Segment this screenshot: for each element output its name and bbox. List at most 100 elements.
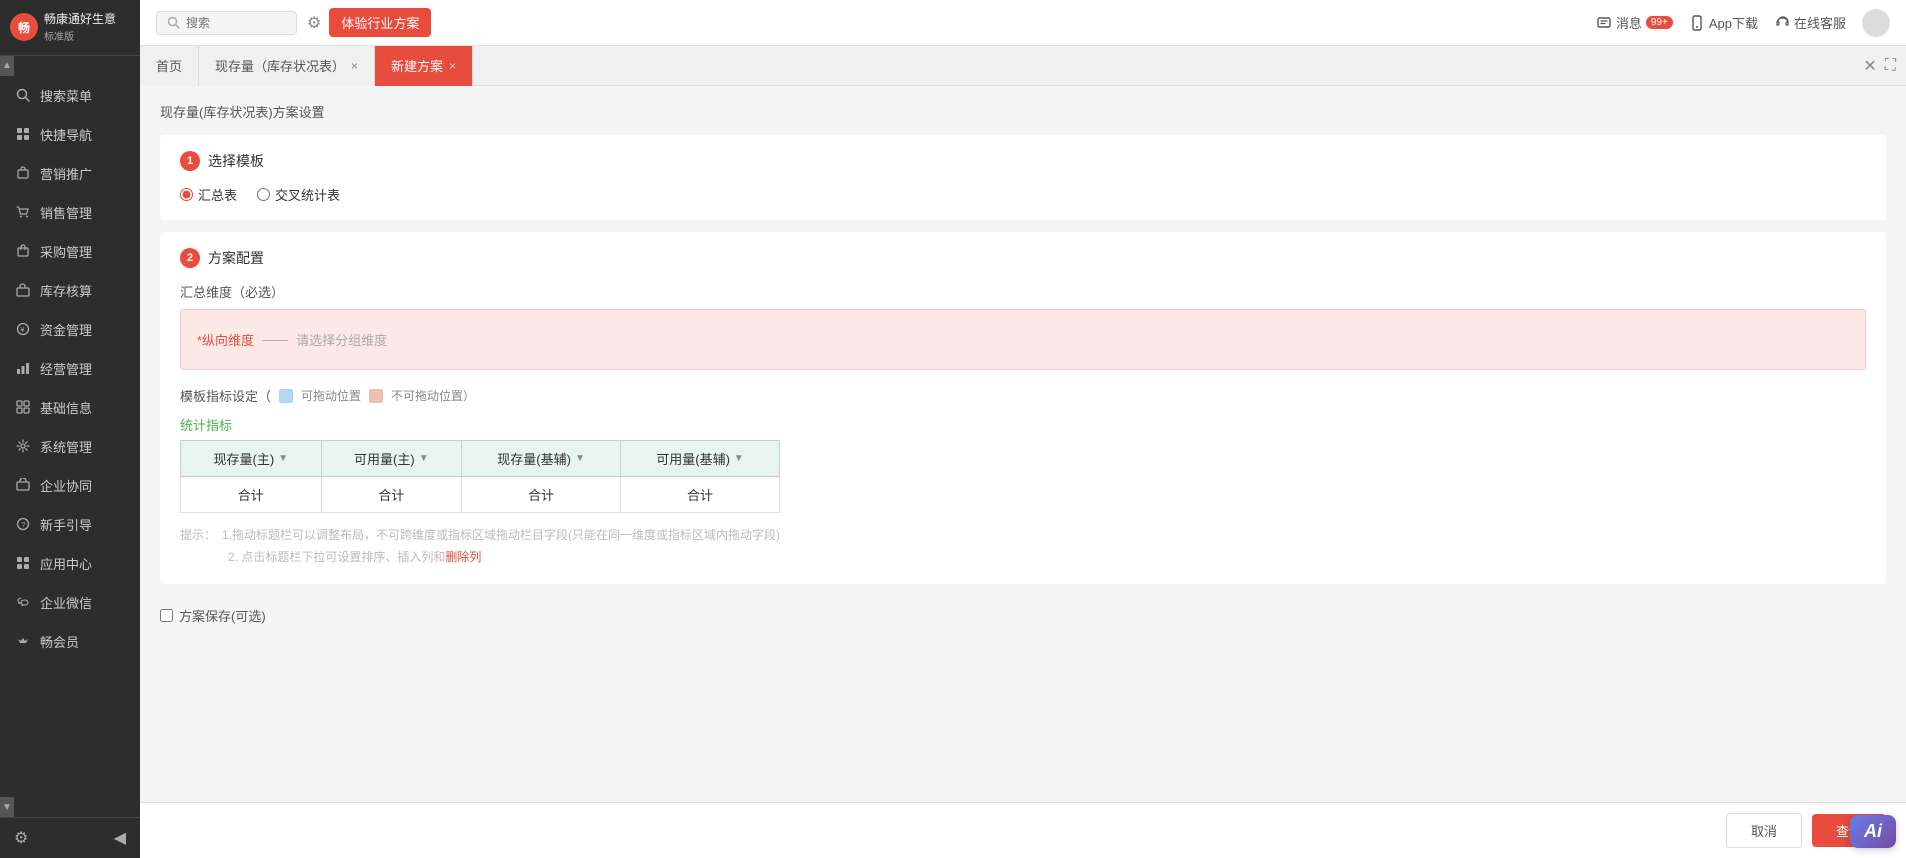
settings-icon[interactable]: ⚙ <box>307 13 321 33</box>
sidebar-item-base-info[interactable]: 基础信息 <box>0 388 140 427</box>
sidebar-item-sales[interactable]: 销售管理 <box>0 193 140 232</box>
col-dropdown-0[interactable]: 现存量(主) ▼ <box>213 449 288 468</box>
radio-cross[interactable]: 交叉统计表 <box>257 185 340 204</box>
sidebar-item-finance[interactable]: ¥ 资金管理 <box>0 310 140 349</box>
col-label-2: 现存量(基辅) <box>497 449 571 468</box>
sidebar-scroll-down[interactable]: ▼ <box>0 797 14 817</box>
quick-nav-icon <box>14 125 32 143</box>
app-edition: 标准版 <box>44 28 116 43</box>
dimension-label: 汇总维度（必选） <box>180 282 1866 301</box>
search-icon <box>167 16 180 29</box>
col-arrow-2: ▼ <box>575 453 585 464</box>
sidebar-item-quick-nav[interactable]: 快捷导航 <box>0 115 140 154</box>
save-label: 方案保存(可选) <box>179 606 266 625</box>
cancel-button[interactable]: 取消 <box>1726 813 1802 848</box>
sidebar-item-app-center[interactable]: 应用中心 <box>0 544 140 583</box>
col-header-0[interactable]: 现存量(主) ▼ <box>181 441 322 477</box>
radio-cross-input[interactable] <box>257 188 270 201</box>
tab-inventory-close[interactable]: × <box>351 59 358 73</box>
col-arrow-1: ▼ <box>419 453 429 464</box>
col-header-1[interactable]: 可用量(主) ▼ <box>321 441 462 477</box>
sidebar-logo: 畅 畅康通好生意 标准版 <box>0 0 140 56</box>
tab-new-plan-label: 新建方案 <box>391 56 443 75</box>
tab-new-plan[interactable]: 新建方案 × <box>375 46 473 86</box>
sidebar-item-operations[interactable]: 经营管理 <box>0 349 140 388</box>
close-window-btn[interactable]: ✕ <box>1863 56 1876 76</box>
sidebar-item-marketing[interactable]: 营销推广 <box>0 154 140 193</box>
radio-summary[interactable]: 汇总表 <box>180 185 237 204</box>
sidebar-item-label: 资金管理 <box>40 320 92 339</box>
template-radio-group: 汇总表 交叉统计表 <box>180 185 1866 204</box>
app-download-label: App下载 <box>1709 13 1758 32</box>
col-header-2[interactable]: 现存量(基辅) ▼ <box>462 441 621 477</box>
col-dropdown-3[interactable]: 可用量(基辅) ▼ <box>656 449 744 468</box>
sidebar-item-enterprise-wechat[interactable]: 企业微信 <box>0 583 140 622</box>
svg-text:¥: ¥ <box>21 327 25 334</box>
col-header-3[interactable]: 可用量(基辅) ▼ <box>621 441 780 477</box>
search-menu-icon <box>14 86 32 104</box>
col-arrow-0: ▼ <box>278 453 288 464</box>
operations-icon <box>14 359 32 377</box>
industry-plan-button[interactable]: 体验行业方案 <box>329 8 431 37</box>
dim-placeholder[interactable]: 请选择分组维度 <box>296 330 387 349</box>
sidebar-item-label: 营销推广 <box>40 164 92 183</box>
col-dropdown-2[interactable]: 现存量(基辅) ▼ <box>497 449 585 468</box>
sidebar-item-label: 库存核算 <box>40 281 92 300</box>
user-avatar[interactable] <box>1862 9 1890 37</box>
headset-icon <box>1774 15 1790 31</box>
draggable-badge <box>279 389 293 403</box>
save-row: 方案保存(可选) <box>160 596 1886 635</box>
sidebar-menu: 搜索菜单 快捷导航 营销推广 销售管理 采购管理 <box>0 76 140 797</box>
messages-badge: 99+ <box>1646 16 1673 29</box>
undraggable-badge <box>369 389 383 403</box>
sidebar: 畅 畅康通好生意 标准版 ▲ 搜索菜单 快捷导航 营销推广 <box>0 0 140 858</box>
messages-btn[interactable]: 消息 99+ <box>1596 13 1673 32</box>
cell-0-0: 合计 <box>181 477 322 513</box>
online-service-btn[interactable]: 在线客服 <box>1774 13 1846 32</box>
sidebar-item-system[interactable]: 系统管理 <box>0 427 140 466</box>
col-dropdown-1[interactable]: 可用量(主) ▼ <box>354 449 429 468</box>
window-btns: ✕ ⛶ <box>1863 56 1906 76</box>
indicator-label: 模板指标设定（ 可拖动位置 不可拖动位置） <box>180 386 1866 405</box>
topbar-right: 消息 99+ App下载 在线客服 <box>1596 9 1890 37</box>
enterprise-wechat-icon <box>14 593 32 611</box>
message-icon <box>1596 15 1612 31</box>
sidebar-item-inventory[interactable]: 库存核算 <box>0 271 140 310</box>
radio-summary-input[interactable] <box>180 188 193 201</box>
sidebar-item-vip[interactable]: 畅会员 <box>0 622 140 661</box>
purchase-icon <box>14 242 32 260</box>
save-checkbox[interactable] <box>160 609 173 622</box>
sidebar-scroll-up[interactable]: ▲ <box>0 56 14 76</box>
sidebar-item-new-guide[interactable]: ? 新手引导 <box>0 505 140 544</box>
col-arrow-3: ▼ <box>734 453 744 464</box>
app-download-btn[interactable]: App下载 <box>1689 13 1758 32</box>
search-box[interactable] <box>156 11 297 35</box>
ai-badge[interactable]: Ai <box>1850 815 1896 848</box>
sidebar-settings-icon[interactable]: ⚙ <box>14 828 28 848</box>
tab-inventory-status[interactable]: 现存量（库存状况表） × <box>199 46 375 86</box>
sidebar-item-purchase[interactable]: 采购管理 <box>0 232 140 271</box>
tab-inventory-status-label: 现存量（库存状况表） <box>215 56 345 75</box>
sidebar-item-label: 快捷导航 <box>40 125 92 144</box>
sidebar-item-cooperation[interactable]: 企业协同 <box>0 466 140 505</box>
vip-icon <box>14 632 32 650</box>
topbar: ⚙ 体验行业方案 消息 99+ App下载 在线客服 <box>140 0 1906 46</box>
stat-title: 统计指标 <box>180 415 1866 434</box>
tab-home[interactable]: 首页 <box>140 46 199 86</box>
sidebar-item-label: 搜索菜单 <box>40 86 92 105</box>
col-label-1: 可用量(主) <box>354 449 415 468</box>
sidebar-item-label: 企业协同 <box>40 476 92 495</box>
cell-0-2: 合计 <box>462 477 621 513</box>
radio-summary-label: 汇总表 <box>198 185 237 204</box>
sidebar-item-search-menu[interactable]: 搜索菜单 <box>0 76 140 115</box>
new-guide-icon: ? <box>14 515 32 533</box>
radio-cross-label: 交叉统计表 <box>275 185 340 204</box>
step2-num: 2 <box>180 248 200 268</box>
search-input[interactable] <box>186 16 286 30</box>
sidebar-collapse-icon[interactable]: ◀ <box>114 828 126 848</box>
tab-new-plan-close[interactable]: × <box>449 59 456 73</box>
indicator-label-text: 模板指标设定（ <box>180 386 271 405</box>
undraggable-label: 不可拖动位置） <box>391 387 475 404</box>
maximize-window-btn[interactable]: ⛶ <box>1885 57 1896 75</box>
page-content: 现存量(库存状况表)方案设置 1 选择模板 汇总表 交叉统计表 2 <box>140 86 1906 802</box>
